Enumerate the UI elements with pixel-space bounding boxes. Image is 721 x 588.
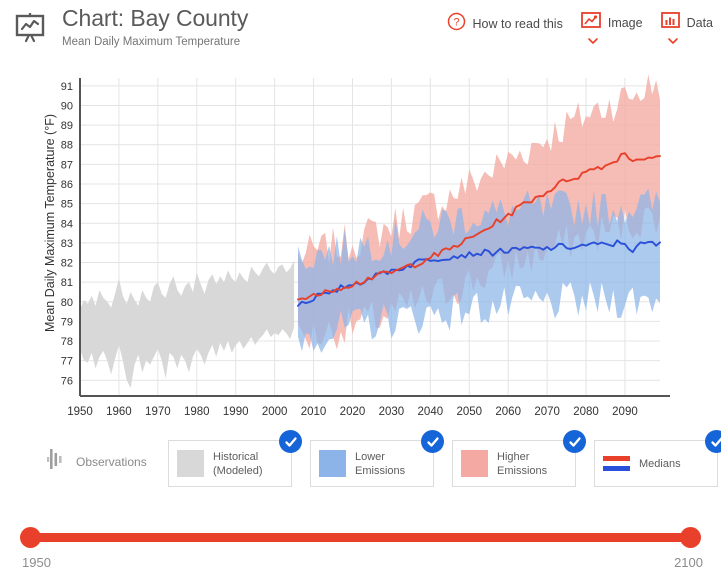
svg-text:88: 88 (61, 140, 73, 152)
check-icon[interactable] (279, 430, 302, 453)
chevron-down-icon[interactable] (588, 31, 598, 44)
check-icon[interactable] (705, 430, 721, 453)
svg-text:87: 87 (61, 159, 73, 171)
svg-text:90: 90 (61, 100, 73, 112)
legend-card-lower-emissions-label: Lower Emissions (355, 450, 405, 478)
svg-text:79: 79 (61, 316, 73, 328)
svg-text:1990: 1990 (223, 406, 249, 418)
legend-label-line1: Historical (213, 450, 259, 463)
svg-text:86: 86 (61, 179, 73, 191)
legend-card-historical-label: Historical (Modeled) (213, 450, 263, 478)
svg-text:82: 82 (61, 258, 73, 270)
how-to-read-this-button[interactable]: ? How to read this (447, 12, 563, 36)
legend-card-historical[interactable]: Historical (Modeled) (168, 430, 302, 487)
climate-chart-page: Chart: Bay County Mean Daily Maximum Tem… (0, 0, 721, 588)
legend-label-line2: (Modeled) (213, 464, 263, 477)
svg-text:83: 83 (61, 238, 73, 250)
median-lower-bar (603, 466, 630, 471)
svg-text:85: 85 (61, 199, 73, 211)
slider-track[interactable] (30, 533, 691, 542)
legend-label-line1: Higher (497, 450, 530, 463)
question-circle-icon: ? (447, 12, 466, 36)
legend-label-line1: Lower (355, 450, 385, 463)
image-label: Image (607, 16, 643, 30)
svg-text:91: 91 (61, 81, 73, 93)
header-actions: ? How to read this Image Data (447, 12, 713, 44)
year-range-slider[interactable]: 1950 2100 (0, 515, 721, 588)
how-to-read-this-label: How to read this (472, 17, 563, 31)
data-export-button[interactable]: Data (660, 12, 713, 44)
legend-label-line2: Emissions (355, 464, 406, 477)
svg-text:84: 84 (61, 218, 73, 230)
chart-legend: Observations Historical (Modeled) Lower … (0, 430, 721, 498)
check-icon[interactable] (563, 430, 586, 453)
observation-bars-icon (46, 446, 66, 477)
chart-region: Mean Daily Maximum Temperature (°F) 76 77… (0, 56, 721, 426)
svg-text:1970: 1970 (145, 406, 171, 418)
svg-text:80: 80 (61, 297, 73, 309)
svg-text:89: 89 (61, 120, 73, 132)
svg-text:2090: 2090 (612, 406, 638, 418)
svg-text:?: ? (453, 17, 459, 29)
slider-handle-start[interactable] (20, 527, 41, 548)
svg-text:2040: 2040 (418, 406, 444, 418)
median-higher-bar (603, 456, 630, 461)
check-icon[interactable] (421, 430, 444, 453)
svg-text:81: 81 (61, 277, 73, 289)
historical-swatch (177, 450, 204, 477)
svg-text:2010: 2010 (301, 406, 327, 418)
legend-item-observations-label: Observations (76, 454, 147, 469)
header-titles: Chart: Bay County Mean Daily Maximum Tem… (62, 4, 248, 50)
legend-card-medians[interactable]: Medians (594, 430, 721, 487)
chart-board-icon (10, 8, 50, 48)
legend-card-medians-label: Medians (639, 457, 681, 470)
svg-text:2030: 2030 (379, 406, 405, 418)
svg-text:2080: 2080 (573, 406, 599, 418)
svg-text:77: 77 (61, 356, 73, 368)
svg-text:1950: 1950 (67, 406, 93, 418)
svg-text:1980: 1980 (184, 406, 210, 418)
legend-card-higher-emissions[interactable]: Higher Emissions (452, 430, 586, 487)
slider-handle-end[interactable] (680, 527, 701, 548)
page-subtitle: Mean Daily Maximum Temperature (62, 36, 241, 48)
svg-text:78: 78 (61, 336, 73, 348)
page-header: Chart: Bay County Mean Daily Maximum Tem… (0, 0, 721, 56)
data-label: Data (686, 16, 713, 30)
lower-emissions-swatch (319, 450, 346, 477)
page-title: Chart: Bay County (62, 5, 249, 31)
higher-emissions-swatch (461, 450, 488, 477)
image-export-button[interactable]: Image (580, 12, 643, 44)
svg-text:76: 76 (61, 375, 73, 387)
slider-max-label: 2100 (674, 555, 703, 570)
legend-item-observations[interactable]: Observations (46, 446, 147, 477)
chevron-down-icon[interactable] (667, 31, 678, 44)
svg-text:2020: 2020 (340, 406, 366, 418)
legend-cards: Historical (Modeled) Lower Emissions Hig… (168, 430, 721, 487)
medians-swatch (603, 453, 630, 475)
legend-card-lower-emissions[interactable]: Lower Emissions (310, 430, 444, 487)
svg-text:2000: 2000 (262, 406, 288, 418)
slider-min-label: 1950 (22, 555, 51, 570)
svg-text:2060: 2060 (495, 406, 521, 418)
legend-label-line2: Emissions (497, 464, 548, 477)
temperature-projection-chart[interactable]: 76 77 78 79 80 81 82 83 84 85 86 87 88 89 90 91 1950 1960… (0, 56, 721, 426)
svg-text:2050: 2050 (456, 406, 482, 418)
svg-text:1960: 1960 (106, 406, 132, 418)
legend-card-higher-emissions-label: Higher Emissions (497, 450, 547, 478)
svg-text:2070: 2070 (534, 406, 560, 418)
